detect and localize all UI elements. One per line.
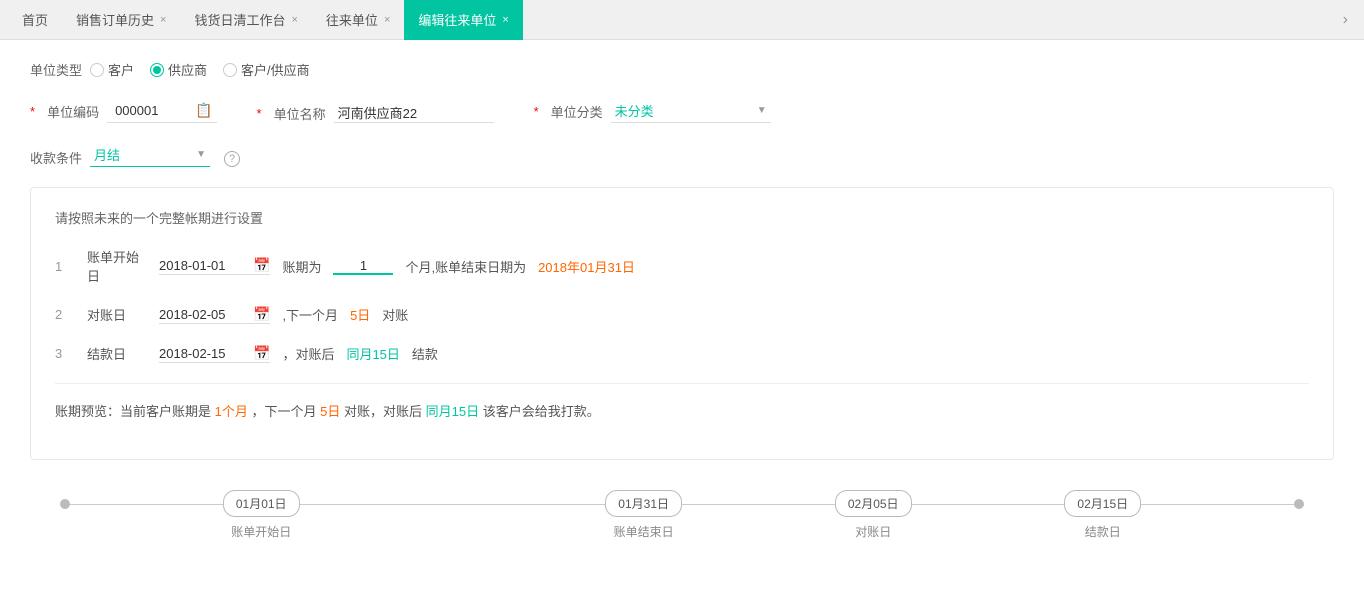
timeline-label-3: 对账日 xyxy=(855,523,891,540)
radio-customer-supplier[interactable]: 客户/供应商 xyxy=(223,60,310,79)
period-prefix-label: 账期为 xyxy=(282,257,321,276)
timeline-start-dot xyxy=(60,499,70,509)
close-tab-cash-workbench[interactable]: × xyxy=(291,14,297,26)
timeline-label-4: 结款日 xyxy=(1085,523,1121,540)
unit-category-arrow-icon: ▼ xyxy=(757,105,767,116)
timeline-label-1: 账单开始日 xyxy=(231,523,291,540)
start-date-input[interactable] xyxy=(159,258,249,273)
timeline-badge-3: 02月05日 xyxy=(835,490,912,517)
payment-condition-value: 月结 xyxy=(94,145,192,164)
reconcile-prefix-label: ,下一个月 xyxy=(282,305,338,324)
payment-condition-dropdown[interactable]: 月结 ▼ xyxy=(90,143,210,167)
tab-bar: 首页 销售订单历史 × 钱货日清工作台 × 往来单位 × 编辑往来单位 × › xyxy=(0,0,1364,40)
close-tab-sales-history[interactable]: × xyxy=(160,14,166,26)
unit-code-input[interactable] xyxy=(111,101,191,120)
section-title: 请按照未来的一个完整帐期进行设置 xyxy=(55,208,1309,227)
radio-circle-customer-supplier xyxy=(223,63,237,77)
tab-cash-workbench[interactable]: 钱货日清工作台 × xyxy=(180,0,311,40)
reconcile-date-input[interactable] xyxy=(159,307,249,322)
timeline-node-3: 02月05日 对账日 xyxy=(835,490,912,540)
payment-condition-arrow-icon: ▼ xyxy=(196,149,206,160)
payment-date-input[interactable] xyxy=(159,346,249,361)
tab-partner[interactable]: 往来单位 × xyxy=(312,0,404,40)
radio-supplier[interactable]: 供应商 xyxy=(150,60,207,79)
unit-type-row: 单位类型 客户 供应商 客户/供应商 xyxy=(30,60,1334,79)
radio-circle-customer xyxy=(90,63,104,77)
main-content: 单位类型 客户 供应商 客户/供应商 * 单位编码 📋 xyxy=(0,40,1364,608)
period-suffix-label: 个月,账单结束日期为 xyxy=(405,257,526,276)
unit-category-field: * 单位分类 未分类 ▼ xyxy=(534,99,771,123)
start-date-input-wrap: 📅 xyxy=(159,257,270,275)
payment-condition-label: 收款条件 xyxy=(30,148,82,167)
unit-code-input-wrap: 📋 xyxy=(107,99,216,123)
row-type-label-3: 结款日 xyxy=(87,344,147,363)
reconcile-highlight: 5日 xyxy=(350,305,370,324)
period-value-input[interactable] xyxy=(333,258,393,275)
start-date-calendar-icon[interactable]: 📅 xyxy=(253,257,270,274)
end-date-highlight: 2018年01月31日 xyxy=(538,257,635,276)
payment-date-calendar-icon[interactable]: 📅 xyxy=(253,345,270,362)
preview-text: 账期预览：当前客户账期是 1个月 ，下一个月 5日 对账，对账后 同月15日 该… xyxy=(55,400,1309,423)
radio-circle-supplier xyxy=(150,63,164,77)
timeline-end-dot xyxy=(1294,499,1304,509)
close-tab-edit-partner[interactable]: × xyxy=(502,14,508,26)
settings-section: 请按照未来的一个完整帐期进行设置 1 账单开始日 📅 账期为 个月,账单结束日期… xyxy=(30,187,1334,460)
preview-prefix: 账期预览：当前客户账期是 xyxy=(55,404,211,419)
timeline-node-4: 02月15日 结款日 xyxy=(1064,490,1141,540)
unit-info-row: * 单位编码 📋 * 单位名称 * 单位分类 未分类 ▼ xyxy=(30,99,1334,123)
timeline-badge-4: 02月15日 xyxy=(1064,490,1141,517)
preview-sep2: 对账，对账后 xyxy=(344,404,422,419)
row-num-3: 3 xyxy=(55,346,75,361)
preview-part2: 5日 xyxy=(320,404,340,419)
timeline-node-1: 01月01日 账单开始日 xyxy=(223,490,300,540)
row-type-label-1: 账单开始日 xyxy=(87,247,147,285)
setting-row-3: 3 结款日 📅 ，对账后 同月15日 结款 xyxy=(55,344,1309,363)
payment-prefix-label: ，对账后 xyxy=(282,344,334,363)
timeline-container: 01月01日 账单开始日 01月31日 账单结束日 02月05日 对账日 02月… xyxy=(30,480,1334,540)
help-icon[interactable]: ? xyxy=(224,151,240,167)
unit-category-label: 单位分类 xyxy=(551,102,603,121)
unit-name-field: * 单位名称 xyxy=(257,103,494,123)
tab-edit-partner[interactable]: 编辑往来单位 × xyxy=(404,0,522,40)
payment-suffix-label: 结款 xyxy=(412,344,438,363)
payment-date-input-wrap: 📅 xyxy=(159,345,270,363)
row-num-2: 2 xyxy=(55,307,75,322)
radio-customer[interactable]: 客户 xyxy=(90,60,134,79)
preview-part3: 同月15日 xyxy=(426,404,479,419)
setting-row-1: 1 账单开始日 📅 账期为 个月,账单结束日期为 2018年01月31日 xyxy=(55,247,1309,285)
unit-type-radio-group: 客户 供应商 客户/供应商 xyxy=(90,60,310,79)
timeline-node-2: 01月31日 账单结束日 xyxy=(605,490,682,540)
preview-sep1: ，下一个月 xyxy=(252,404,317,419)
unit-name-input[interactable] xyxy=(334,103,494,123)
tab-sales-history[interactable]: 销售订单历史 × xyxy=(62,0,180,40)
row-num-1: 1 xyxy=(55,259,75,274)
unit-category-dropdown[interactable]: 未分类 ▼ xyxy=(611,99,771,123)
tab-more-button[interactable]: › xyxy=(1335,11,1356,29)
unit-category-value: 未分类 xyxy=(615,101,753,120)
payment-highlight: 同月15日 xyxy=(346,344,399,363)
timeline-badge-2: 01月31日 xyxy=(605,490,682,517)
reconcile-suffix-label: 对账 xyxy=(382,305,408,324)
tab-home[interactable]: 首页 xyxy=(8,0,62,40)
close-tab-partner[interactable]: × xyxy=(384,14,390,26)
payment-condition-row: 收款条件 月结 ▼ ? xyxy=(30,143,1334,167)
reconcile-date-input-wrap: 📅 xyxy=(159,306,270,324)
row-type-label-2: 对账日 xyxy=(87,305,147,324)
unit-name-label: 单位名称 xyxy=(274,104,326,123)
preview-part1: 1个月 xyxy=(215,404,248,419)
setting-row-2: 2 对账日 📅 ,下一个月 5日 对账 xyxy=(55,305,1309,324)
unit-code-copy-icon[interactable]: 📋 xyxy=(195,102,212,119)
unit-type-label: 单位类型 xyxy=(30,60,82,79)
preview-suffix: 该客户会给我打款。 xyxy=(483,404,600,419)
unit-code-label: 单位编码 xyxy=(47,102,99,121)
reconcile-date-calendar-icon[interactable]: 📅 xyxy=(253,306,270,323)
unit-code-field: * 单位编码 📋 xyxy=(30,99,217,123)
timeline-badge-1: 01月01日 xyxy=(223,490,300,517)
timeline-label-2: 账单结束日 xyxy=(614,523,674,540)
